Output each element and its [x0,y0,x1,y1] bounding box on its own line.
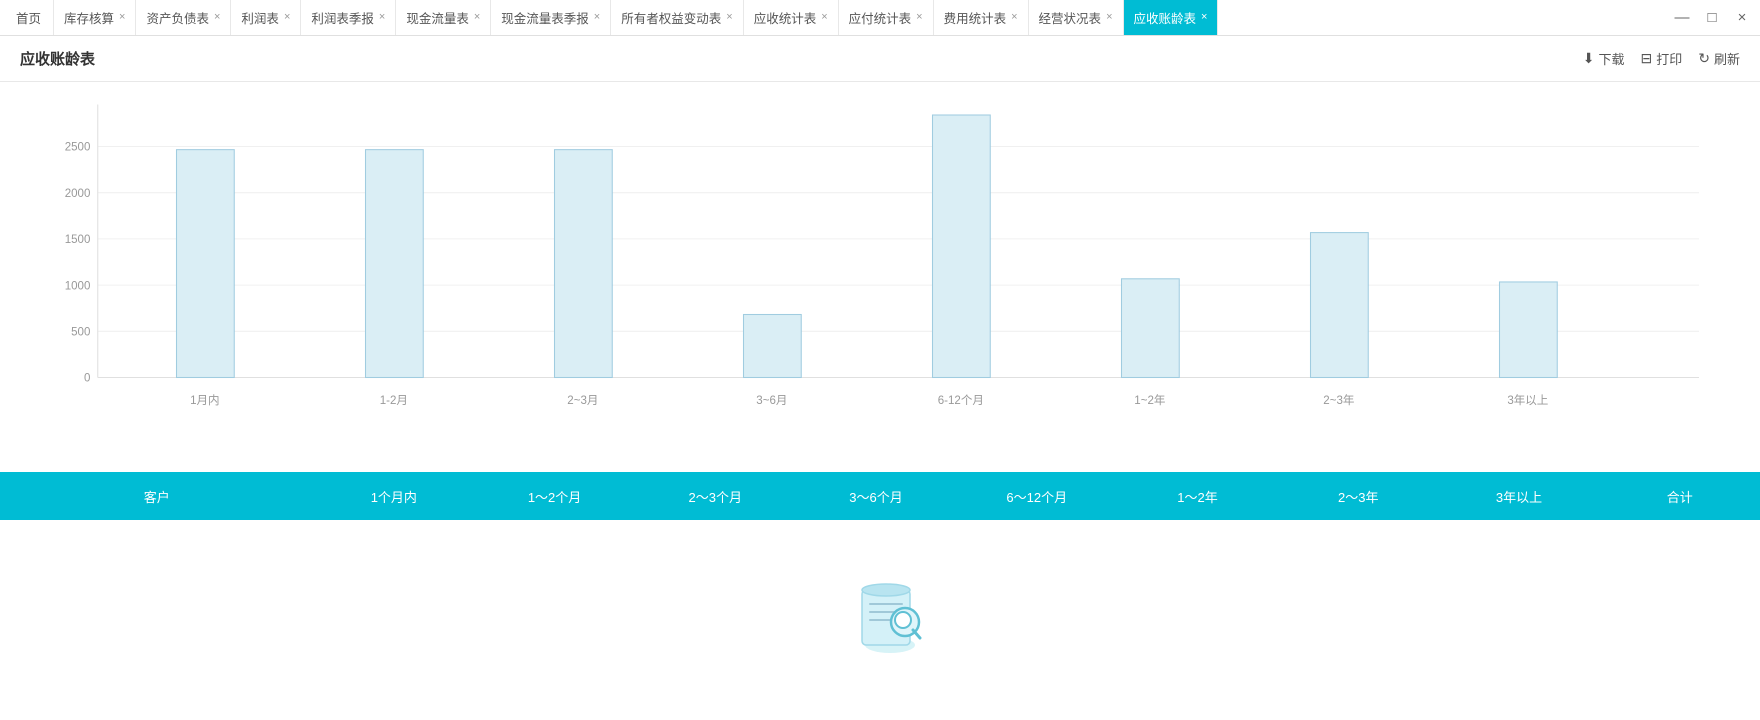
tab-label-balance-sheet: 资产负债表 [146,8,209,27]
svg-text:0: 0 [84,373,90,385]
th-customer: 客户 [0,487,313,506]
svg-text:500: 500 [71,327,90,339]
tab-label-ar-aging: 应收账龄表 [1134,8,1197,27]
svg-text:1500: 1500 [65,234,91,246]
chart-container: 0 500 1000 1500 2000 2500 1月内 [40,102,1720,422]
tab-close-equity[interactable]: × [726,12,732,23]
tab-close-ar-aging[interactable]: × [1201,12,1207,23]
tab-cashflow[interactable]: 现金流量表 × [396,0,491,36]
chart-area: 0 500 1000 1500 2000 2500 1月内 [0,82,1760,472]
download-label: 下载 [1598,49,1624,68]
refresh-button[interactable]: ↻ 刷新 [1698,49,1740,68]
tab-ap-stats[interactable]: 应付统计表 × [839,0,934,36]
print-icon: ⊟ [1641,50,1653,67]
th-total: 合计 [1599,487,1760,506]
tab-home[interactable]: 首页 [4,0,54,36]
download-icon: ⬇ [1583,50,1595,67]
bar-chart: 0 500 1000 1500 2000 2500 1月内 [40,102,1720,422]
tab-label-profit: 利润表 [241,8,279,27]
th-over3y: 3年以上 [1439,487,1600,506]
tab-label-ar-stats: 应收统计表 [754,8,817,27]
tab-profit-quarterly[interactable]: 利润表季报 × [301,0,396,36]
tab-close-inventory[interactable]: × [119,12,125,23]
page-header: 应收账龄表 ⬇ 下载 ⊟ 打印 ↻ 刷新 [0,36,1760,82]
svg-text:1~2年: 1~2年 [1134,393,1165,407]
print-label: 打印 [1656,49,1682,68]
tab-operations[interactable]: 经营状况表 × [1029,0,1124,36]
refresh-icon: ↻ [1698,50,1710,67]
svg-text:2500: 2500 [65,142,91,154]
th-1to2m: 1～2个月 [474,487,635,506]
tab-label-cashflow-quarterly: 现金流量表季报 [501,8,589,27]
main-content: 0 500 1000 1500 2000 2500 1月内 [0,82,1760,720]
th-6to12m: 6～12个月 [956,487,1117,506]
tab-label-cashflow: 现金流量表 [406,8,469,27]
window-controls: — □ × [1668,4,1756,32]
svg-text:3年以上: 3年以上 [1507,393,1548,407]
svg-text:6-12个月: 6-12个月 [938,394,984,407]
tab-close-cashflow-quarterly[interactable]: × [594,12,600,23]
empty-icon [840,560,920,640]
tab-close-balance-sheet[interactable]: × [214,12,220,23]
tab-close-cashflow[interactable]: × [474,12,480,23]
svg-text:1月内: 1月内 [190,393,219,407]
tab-ar-stats[interactable]: 应收统计表 × [744,0,839,36]
svg-text:1-2月: 1-2月 [380,395,408,407]
empty-state [0,520,1760,660]
svg-text:2~3月: 2~3月 [567,395,598,407]
th-1to2y: 1～2年 [1117,487,1278,506]
tab-close-profit[interactable]: × [284,12,290,23]
tab-expense-stats[interactable]: 费用统计表 × [934,0,1029,36]
window-minimize-button[interactable]: — [1668,4,1696,32]
tab-label-equity: 所有者权益变动表 [621,8,721,27]
th-within1m: 1个月内 [313,487,474,506]
tab-label-ap-stats: 应付统计表 [849,8,912,27]
tab-close-expense-stats[interactable]: × [1011,12,1017,23]
window-close-button[interactable]: × [1728,4,1756,32]
tab-equity[interactable]: 所有者权益变动表 × [611,0,743,36]
table-header: 客户1个月内1～2个月2～3个月3～6个月6～12个月1～2年2～3年3年以上合… [0,472,1760,520]
download-button[interactable]: ⬇ 下载 [1583,49,1625,68]
svg-text:3~6月: 3~6月 [756,395,787,407]
tab-bar: 首页 库存核算×资产负债表×利润表×利润表季报×现金流量表×现金流量表季报×所有… [0,0,1760,36]
header-actions: ⬇ 下载 ⊟ 打印 ↻ 刷新 [1583,49,1740,68]
tab-close-ap-stats[interactable]: × [916,12,922,23]
th-3to6m: 3～6个月 [796,487,957,506]
tab-ar-aging[interactable]: 应收账龄表 × [1124,0,1219,36]
svg-text:1000: 1000 [65,280,91,292]
th-2to3y: 2～3年 [1278,487,1439,506]
tab-label-profit-quarterly: 利润表季报 [311,8,374,27]
tab-cashflow-quarterly[interactable]: 现金流量表季报 × [491,0,611,36]
tab-inventory[interactable]: 库存核算 × [54,0,136,36]
tab-label-operations: 经营状况表 [1039,8,1102,27]
page-title: 应收账龄表 [20,48,95,69]
th-2to3m: 2～3个月 [635,487,796,506]
tab-home-label: 首页 [16,8,41,27]
tab-profit[interactable]: 利润表 × [231,0,301,36]
tab-balance-sheet[interactable]: 资产负债表 × [136,0,231,36]
svg-text:2~3年: 2~3年 [1323,393,1354,407]
tab-label-inventory: 库存核算 [64,8,114,27]
refresh-label: 刷新 [1714,49,1740,68]
svg-text:2000: 2000 [65,188,91,200]
print-button[interactable]: ⊟ 打印 [1641,49,1683,68]
tab-close-operations[interactable]: × [1106,12,1112,23]
window-maximize-button[interactable]: □ [1698,4,1726,32]
tab-label-expense-stats: 费用统计表 [944,8,1007,27]
tab-close-ar-stats[interactable]: × [821,12,827,23]
tab-close-profit-quarterly[interactable]: × [379,12,385,23]
